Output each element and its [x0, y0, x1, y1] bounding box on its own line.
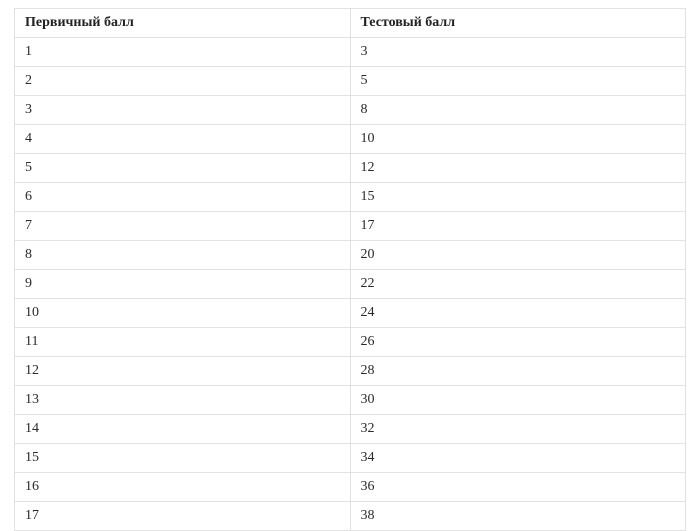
cell-primary: 2	[15, 67, 351, 96]
cell-primary: 14	[15, 415, 351, 444]
cell-test: 8	[350, 96, 686, 125]
table-row: 820	[15, 241, 686, 270]
table-row: 1432	[15, 415, 686, 444]
table-row: 1738	[15, 502, 686, 531]
cell-test: 20	[350, 241, 686, 270]
table-row: 1228	[15, 357, 686, 386]
table-row: 38	[15, 96, 686, 125]
table-row: 1330	[15, 386, 686, 415]
cell-primary: 16	[15, 473, 351, 502]
cell-primary: 12	[15, 357, 351, 386]
cell-test: 28	[350, 357, 686, 386]
cell-primary: 11	[15, 328, 351, 357]
table-row: 13	[15, 38, 686, 67]
cell-primary: 1	[15, 38, 351, 67]
cell-primary: 4	[15, 125, 351, 154]
cell-test: 32	[350, 415, 686, 444]
cell-test: 12	[350, 154, 686, 183]
cell-test: 3	[350, 38, 686, 67]
cell-primary: 3	[15, 96, 351, 125]
cell-test: 5	[350, 67, 686, 96]
col-header-primary: Первичный балл	[15, 9, 351, 38]
cell-primary: 17	[15, 502, 351, 531]
table-row: 1636	[15, 473, 686, 502]
cell-test: 30	[350, 386, 686, 415]
cell-test: 15	[350, 183, 686, 212]
cell-primary: 6	[15, 183, 351, 212]
cell-primary: 8	[15, 241, 351, 270]
table-row: 1024	[15, 299, 686, 328]
table-row: 25	[15, 67, 686, 96]
cell-test: 22	[350, 270, 686, 299]
cell-primary: 10	[15, 299, 351, 328]
table-row: 615	[15, 183, 686, 212]
cell-test: 38	[350, 502, 686, 531]
cell-primary: 5	[15, 154, 351, 183]
cell-test: 24	[350, 299, 686, 328]
table-header-row: Первичный балл Тестовый балл	[15, 9, 686, 38]
score-conversion-table: Первичный балл Тестовый балл 13253841051…	[14, 8, 686, 531]
table-container: Первичный балл Тестовый балл 13253841051…	[0, 0, 700, 531]
col-header-test: Тестовый балл	[350, 9, 686, 38]
cell-primary: 7	[15, 212, 351, 241]
table-row: 1126	[15, 328, 686, 357]
table-row: 512	[15, 154, 686, 183]
table-row: 922	[15, 270, 686, 299]
table-row: 717	[15, 212, 686, 241]
cell-primary: 9	[15, 270, 351, 299]
table-row: 1534	[15, 444, 686, 473]
cell-test: 26	[350, 328, 686, 357]
cell-test: 10	[350, 125, 686, 154]
cell-primary: 15	[15, 444, 351, 473]
cell-test: 36	[350, 473, 686, 502]
cell-test: 34	[350, 444, 686, 473]
cell-primary: 13	[15, 386, 351, 415]
cell-test: 17	[350, 212, 686, 241]
table-row: 410	[15, 125, 686, 154]
